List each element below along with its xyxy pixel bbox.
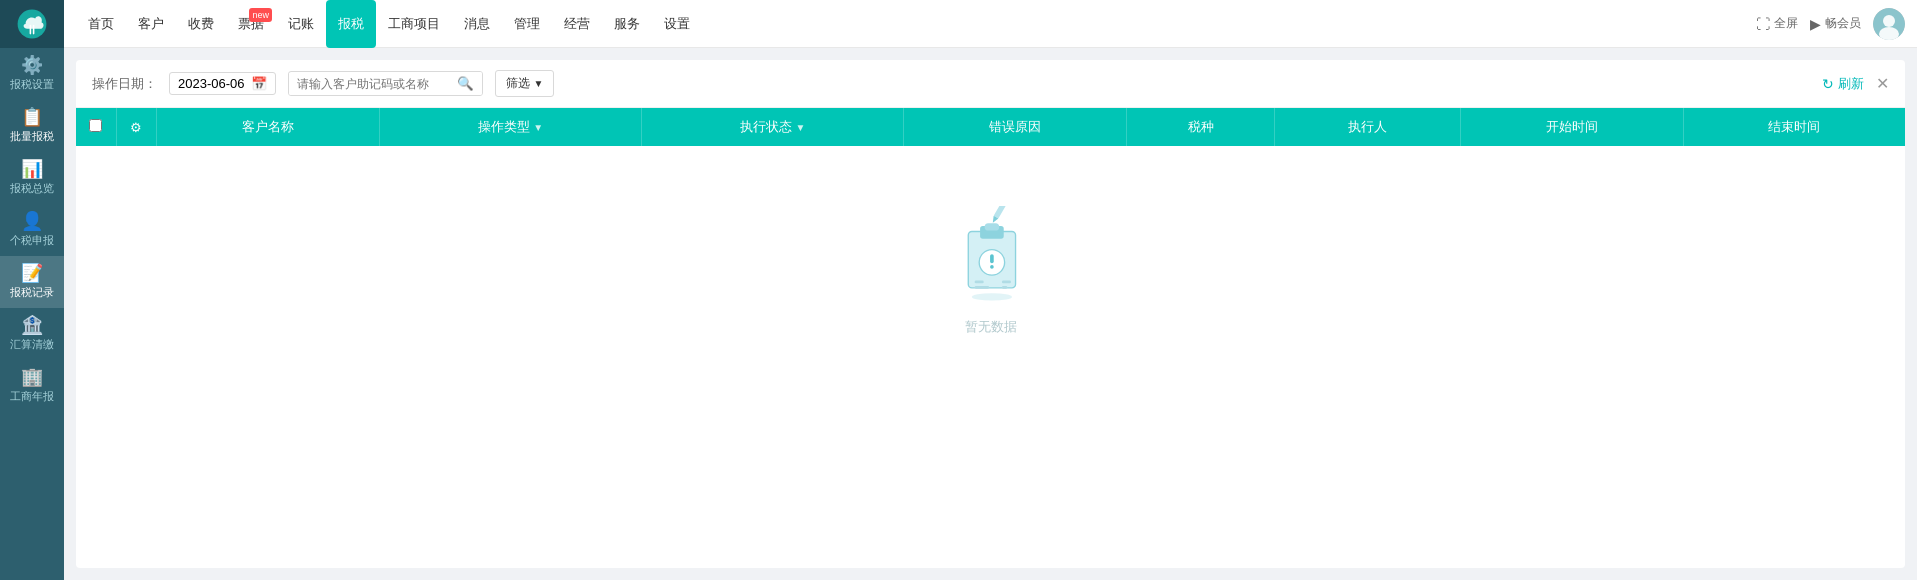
sidebar-item-baoshui-jilu[interactable]: 📝 报税记录 <box>0 256 64 308</box>
main-content: 首页 客户 收费 票据 new 记账 报税 工商项目 消息 管理 经营 <box>64 0 1917 580</box>
search-input[interactable] <box>289 73 449 95</box>
nav-business[interactable]: 工商项目 <box>376 0 452 48</box>
settings-icon: ⚙ <box>130 120 142 135</box>
chevron-down-icon: ▼ <box>534 78 544 89</box>
sort-operation-icon: ▼ <box>533 122 543 133</box>
svg-rect-13 <box>974 281 983 284</box>
search-button[interactable]: 🔍 <box>449 72 482 95</box>
svg-point-12 <box>990 265 994 269</box>
piliang-baoshui-icon: 📋 <box>21 108 43 126</box>
data-table: ⚙ 客户名称 操作类型 ▼ 执行状态 ▼ <box>76 108 1905 396</box>
refresh-icon: ↻ <box>1822 76 1834 92</box>
svg-rect-16 <box>1001 286 1006 289</box>
search-icon: 🔍 <box>457 76 474 91</box>
svg-point-2 <box>1883 15 1895 27</box>
toolbar: 操作日期： 2023-06-06 📅 🔍 筛选 ▼ <box>76 60 1905 108</box>
empty-illustration <box>941 206 1041 306</box>
baoshui-shezhi-icon: ⚙️ <box>21 56 43 74</box>
nav-services[interactable]: 服务 <box>602 0 652 48</box>
baoshui-jilu-icon: 📝 <box>21 264 43 282</box>
sidebar: ⚙️ 报税设置 📋 批量报税 📊 报税总览 👤 个税申报 📝 报税记录 🏦 汇算… <box>0 0 64 580</box>
svg-rect-15 <box>1001 281 1010 284</box>
empty-state-row: 暂无数据 <box>76 146 1905 396</box>
nav-billing[interactable]: 收费 <box>176 0 226 48</box>
sidebar-logo[interactable] <box>0 0 64 48</box>
date-label: 操作日期： <box>92 75 157 93</box>
filter-label: 筛选 <box>506 75 530 92</box>
search-box: 🔍 <box>288 71 483 96</box>
col-tax-type: 税种 <box>1127 108 1275 146</box>
nav-operations[interactable]: 经营 <box>552 0 602 48</box>
avatar[interactable] <box>1873 8 1905 40</box>
nav-settings[interactable]: 设置 <box>652 0 702 48</box>
sort-status-icon: ▼ <box>795 122 805 133</box>
topnav-right: ⛶ 全屏 ▶ 畅会员 <box>1756 8 1905 40</box>
table-container: ⚙ 客户名称 操作类型 ▼ 执行状态 ▼ <box>76 108 1905 568</box>
content-area: 操作日期： 2023-06-06 📅 🔍 筛选 ▼ <box>64 48 1917 580</box>
baoshui-zonglv-icon: 📊 <box>21 160 43 178</box>
member-icon: ▶ <box>1810 16 1821 32</box>
main-panel: 操作日期： 2023-06-06 📅 🔍 筛选 ▼ <box>76 60 1905 568</box>
col-error-reason: 错误原因 <box>904 108 1127 146</box>
nav-tickets[interactable]: 票据 new <box>226 0 276 48</box>
col-end-time: 结束时间 <box>1683 108 1905 146</box>
col-start-time: 开始时间 <box>1460 108 1683 146</box>
col-checkbox <box>76 108 116 146</box>
svg-rect-14 <box>974 286 989 289</box>
empty-state: 暂无数据 <box>76 146 1905 396</box>
sidebar-item-baoshui-zonglv[interactable]: 📊 报税总览 <box>0 152 64 204</box>
svg-rect-4 <box>993 206 1011 219</box>
nav-messages[interactable]: 消息 <box>452 0 502 48</box>
sidebar-item-huisuan-jiaona[interactable]: 🏦 汇算清缴 <box>0 308 64 360</box>
geshui-shenbao-icon: 👤 <box>21 212 43 230</box>
huisuan-jiaona-icon: 🏦 <box>21 316 43 334</box>
nav-tax[interactable]: 报税 <box>326 0 376 48</box>
new-badge: new <box>249 8 272 22</box>
empty-text: 暂无数据 <box>965 318 1017 336</box>
col-operation-type[interactable]: 操作类型 ▼ <box>379 108 641 146</box>
refresh-button[interactable]: ↻ 刷新 <box>1822 75 1864 93</box>
top-nav: 首页 客户 收费 票据 new 记账 报税 工商项目 消息 管理 经营 <box>64 0 1917 48</box>
nav-records[interactable]: 记账 <box>276 0 326 48</box>
col-client-name: 客户名称 <box>156 108 379 146</box>
date-value: 2023-06-06 <box>178 76 245 91</box>
nav-clients[interactable]: 客户 <box>126 0 176 48</box>
svg-rect-9 <box>984 223 999 230</box>
nav-home[interactable]: 首页 <box>76 0 126 48</box>
svg-rect-11 <box>990 254 994 263</box>
sidebar-item-baoshui-shezhi[interactable]: ⚙️ 报税设置 <box>0 48 64 100</box>
col-exec-status[interactable]: 执行状态 ▼ <box>641 108 903 146</box>
close-button[interactable]: ✕ <box>1876 74 1889 93</box>
filter-button[interactable]: 筛选 ▼ <box>495 70 555 97</box>
table-header-row: ⚙ 客户名称 操作类型 ▼ 执行状态 ▼ <box>76 108 1905 146</box>
member-button[interactable]: ▶ 畅会员 <box>1810 15 1861 32</box>
col-executor: 执行人 <box>1275 108 1460 146</box>
gongshang-nianbao-icon: 🏢 <box>21 368 43 386</box>
select-all-checkbox[interactable] <box>89 119 102 132</box>
toolbar-right: ↻ 刷新 ✕ <box>1822 74 1889 93</box>
sidebar-item-gongshang-nianbao[interactable]: 🏢 工商年报 <box>0 360 64 412</box>
sidebar-item-piliang-baoshui[interactable]: 📋 批量报税 <box>0 100 64 152</box>
sidebar-item-geshui-shenbao[interactable]: 👤 个税申报 <box>0 204 64 256</box>
col-settings[interactable]: ⚙ <box>116 108 156 146</box>
calendar-icon: 📅 <box>251 76 267 91</box>
svg-point-17 <box>971 293 1011 300</box>
fullscreen-button[interactable]: ⛶ 全屏 <box>1756 15 1798 32</box>
date-picker[interactable]: 2023-06-06 📅 <box>169 72 276 95</box>
nav-management[interactable]: 管理 <box>502 0 552 48</box>
fullscreen-icon: ⛶ <box>1756 16 1770 32</box>
